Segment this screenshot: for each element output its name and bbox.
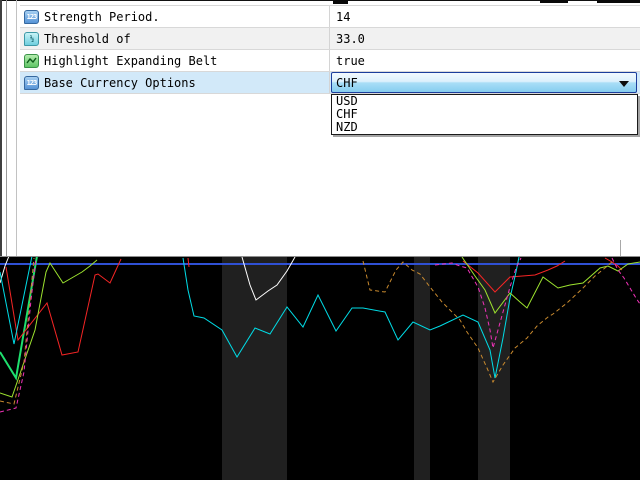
param-label: Threshold of [44, 31, 131, 46]
base-currency-combobox[interactable]: CHF [331, 72, 637, 93]
dropdown-option-nzd[interactable]: NZD [332, 121, 637, 134]
param-label: Highlight Expanding Belt [44, 53, 218, 68]
dropdown-option-usd[interactable]: USD [332, 95, 637, 108]
param-value[interactable]: true [336, 54, 365, 68]
panel-left-divider [6, 0, 7, 256]
integer-123-icon: 123 [24, 75, 39, 90]
param-value-cell[interactable]: 14 [330, 6, 640, 27]
bool-line-icon [24, 53, 39, 68]
param-row-threshold[interactable]: ½ Threshold of 33.0 [20, 28, 640, 50]
chevron-down-icon[interactable] [619, 81, 629, 87]
param-label-cell: 123 Base Currency Options [20, 72, 330, 93]
param-row-strength-period[interactable]: 123 Strength Period. 14 [20, 6, 640, 28]
param-label: Base Currency Options [44, 75, 196, 90]
session-band [414, 257, 430, 480]
param-value-cell[interactable]: true [330, 50, 640, 71]
base-currency-dropdown-list: USD CHF NZD [331, 94, 638, 135]
integer-123-icon: 123 [24, 9, 39, 24]
param-value-cell[interactable]: 33.0 [330, 28, 640, 49]
combobox-selected-value: CHF [336, 75, 358, 90]
top-notch [540, 0, 568, 3]
session-band [222, 257, 287, 480]
chart-background [0, 257, 640, 480]
param-label-cell: ½ Threshold of [20, 28, 330, 49]
dropdown-option-chf[interactable]: CHF [332, 108, 637, 121]
param-value[interactable]: 33.0 [336, 32, 365, 46]
double-half-icon: ½ [24, 31, 39, 46]
param-label-cell: Highlight Expanding Belt [20, 50, 330, 71]
inputs-panel: 123 Strength Period. 14 ½ Threshold of 3… [0, 0, 640, 257]
panel-right-divider [620, 240, 621, 256]
top-notch [333, 0, 348, 4]
top-notch [597, 0, 640, 3]
param-row-highlight-belt[interactable]: Highlight Expanding Belt true [20, 50, 640, 72]
panel-left-border [0, 0, 2, 256]
screen: 123 Strength Period. 14 ½ Threshold of 3… [0, 0, 640, 480]
panel-bottom-border [0, 256, 640, 257]
param-label: Strength Period. [44, 9, 160, 24]
panel-left-divider [16, 0, 17, 256]
param-label-cell: 123 Strength Period. [20, 6, 330, 27]
param-value[interactable]: 14 [336, 10, 350, 24]
